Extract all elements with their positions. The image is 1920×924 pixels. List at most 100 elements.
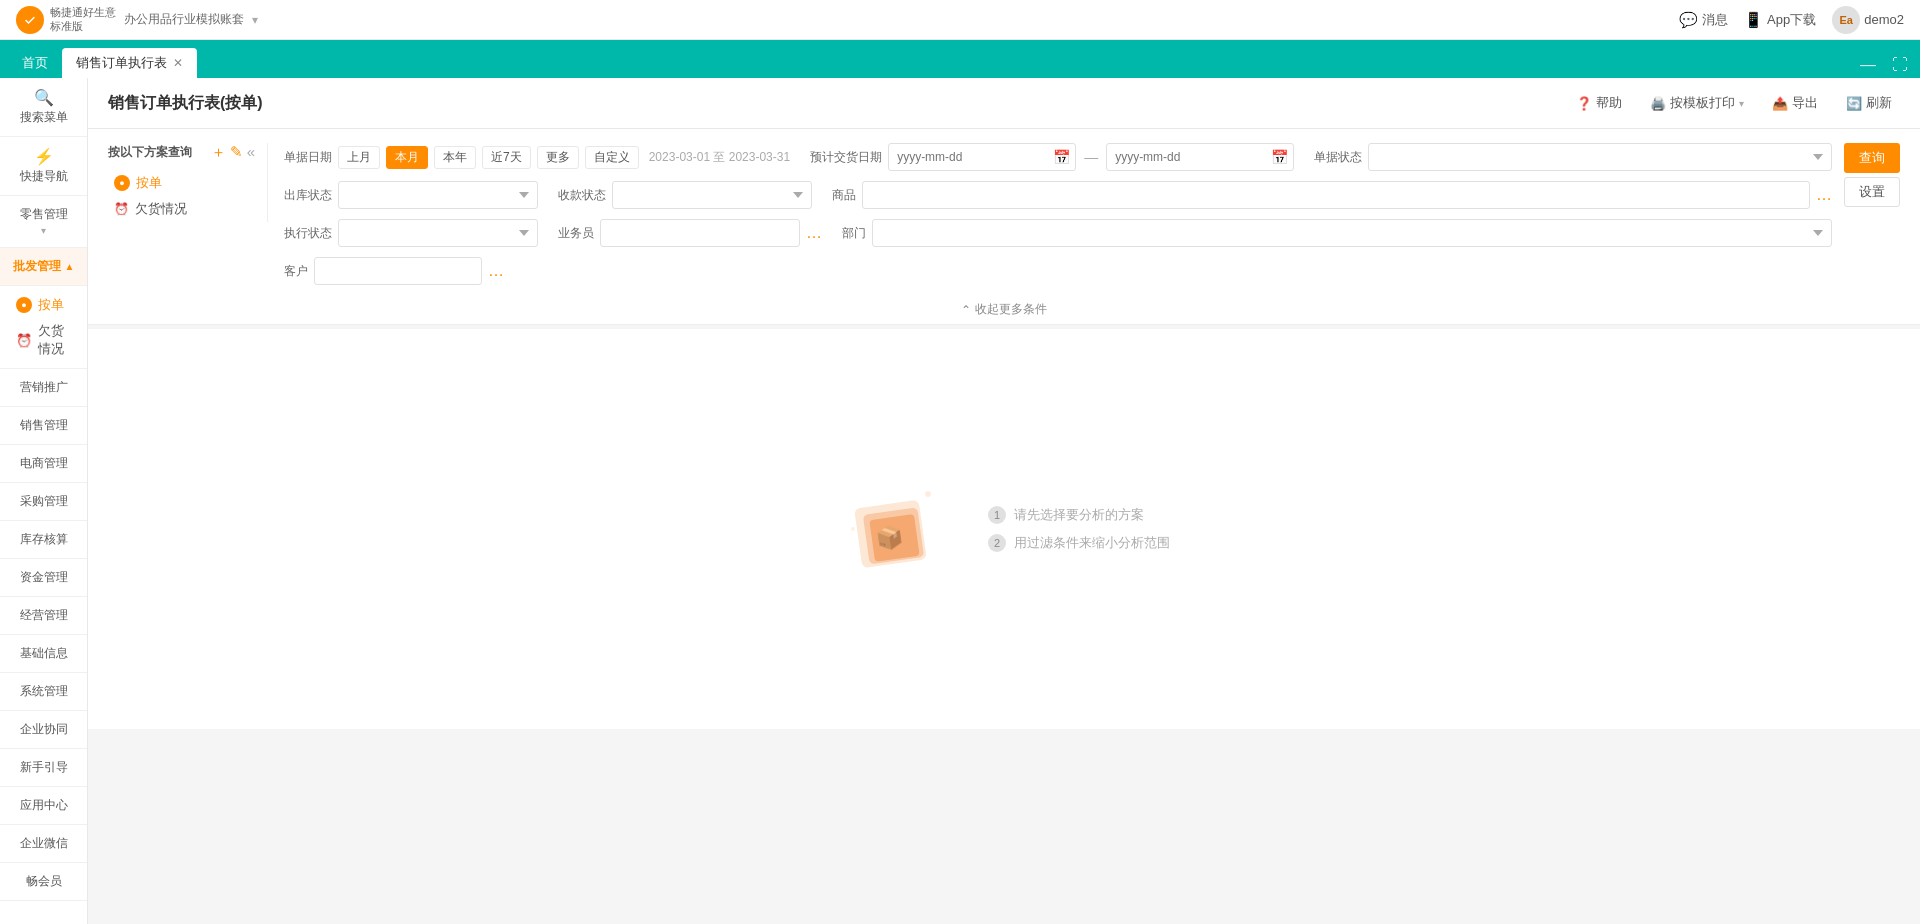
sidebar-item-marketing[interactable]: 营销推广 [0,369,87,407]
order-status-select[interactable] [1368,143,1832,171]
sidebar-item-enterprise-wechat[interactable]: 企业微信 [0,825,87,863]
sidebar-item-member[interactable]: 畅会员 [0,863,87,901]
product-input[interactable] [862,181,1810,209]
product-more-icon[interactable]: … [1816,186,1832,204]
empty-hints: 1 请先选择要分析的方案 2 用过滤条件来缩小分析范围 [988,506,1170,552]
exec-status-label: 执行状态 [284,225,332,242]
field-expected-date: 预计交货日期 📅 — 📅 [810,143,1294,171]
filter-row-2: 出库状态 收款状态 [284,181,1832,209]
sidebar-item-quick-nav[interactable]: ⚡ 快捷导航 [0,137,87,196]
filter-panel: 按以下方案查询 ＋ ✎ « ● 按单 ⏰ 欠货情况 [88,129,1920,325]
product-label: 商品 [832,187,856,204]
sidebar-item-retail[interactable]: 零售管理 ▾ [0,196,87,248]
tab-sales-exec[interactable]: 销售订单执行表 ✕ [62,48,197,78]
scheme-header: 按以下方案查询 ＋ ✎ « [108,143,255,162]
expected-date-from[interactable] [888,143,1076,171]
date-btn-this-year[interactable]: 本年 [434,146,476,169]
customer-more-icon[interactable]: … [488,262,504,280]
refresh-icon: 🔄 [1846,96,1862,111]
breadcrumb: 办公用品行业模拟账套 [124,11,244,28]
date-btn-more[interactable]: 更多 [537,146,579,169]
breadcrumb-arrow-icon[interactable]: ▾ [252,13,258,27]
sidebar-item-app-center[interactable]: 应用中心 [0,787,87,825]
nav-tabs: 首页 销售订单执行表 ✕ — ⛶ [0,40,1920,78]
collapse-bar[interactable]: ⌃ 收起更多条件 [108,295,1900,324]
field-dept: 部门 [842,219,1832,247]
date-btn-custom[interactable]: 自定义 [585,146,639,169]
sidebar-item-ecommerce[interactable]: 电商管理 [0,445,87,483]
scheme-item-欠货[interactable]: ⏰ 欠货情况 [108,196,255,222]
help-btn[interactable]: ❓ 帮助 [1568,90,1630,116]
sidebar-item-inventory[interactable]: 库存核算 [0,521,87,559]
edit-scheme-icon[interactable]: ✎ [230,143,243,162]
print-btn[interactable]: 🖨️ 按模板打印 ▾ [1642,90,1752,116]
field-receipt-status: 收款状态 [558,181,812,209]
scheme-actions: ＋ ✎ « [211,143,255,162]
sidebar-item-system[interactable]: 系统管理 [0,673,87,711]
scheme-item-按单[interactable]: ● 按单 [108,170,255,196]
logo-area: 畅捷通好生意 标准版 [16,6,116,34]
sidebar-item-wholesale[interactable]: 批发管理 ▲ [0,248,87,286]
user-menu[interactable]: Ea demo2 [1832,6,1904,34]
calendar-from-icon[interactable]: 📅 [1053,149,1070,165]
order-status-select-wrap [1368,143,1832,171]
receipt-status-select[interactable] [612,181,812,209]
export-icon: 📤 [1772,96,1788,111]
export-btn[interactable]: 📤 导出 [1764,90,1826,116]
out-status-label: 出库状态 [284,187,332,204]
sidebar-item-sales[interactable]: 销售管理 [0,407,87,445]
query-button[interactable]: 查询 [1844,143,1900,173]
tab-home[interactable]: 首页 [8,48,62,78]
home-tab-label: 首页 [22,54,48,72]
exec-status-select[interactable] [338,219,538,247]
salesperson-more-icon[interactable]: … [806,224,822,242]
search-icon: 🔍 [4,88,83,107]
sub-sidebar-item-欠货情况[interactable]: ⏰ 欠货情况 [8,318,79,362]
out-status-select[interactable] [338,181,538,209]
field-customer: 客户 … [284,257,504,285]
customer-label: 客户 [284,263,308,280]
hint1-num: 1 [988,506,1006,524]
page-title: 销售订单执行表(按单) [108,93,263,126]
top-bar-right: 💬 消息 📱 App下载 Ea demo2 [1679,6,1904,34]
date-dash: — [1082,149,1100,165]
download-icon: 📱 [1744,11,1763,29]
date-range-text: 2023-03-01 至 2023-03-31 [649,149,790,166]
receipt-status-select-wrap [612,181,812,209]
sidebar-item-new-guide[interactable]: 新手引导 [0,749,87,787]
tab-maximize-icon[interactable]: ⛶ [1888,52,1912,78]
salesperson-label: 业务员 [558,225,594,242]
order-status-label: 单据状态 [1314,149,1362,166]
receipt-status-label: 收款状态 [558,187,606,204]
add-scheme-icon[interactable]: ＋ [211,143,226,162]
settings-button[interactable]: 设置 [1844,177,1900,207]
collapse-scheme-icon[interactable]: « [247,143,255,162]
date-btn-last-month[interactable]: 上月 [338,146,380,169]
customer-input[interactable] [314,257,482,285]
tab-minimize-icon[interactable]: — [1856,52,1880,78]
sidebar-item-finance[interactable]: 资金管理 [0,559,87,597]
date-btn-7days[interactable]: 近7天 [482,146,531,169]
sub-sidebar-item-按单[interactable]: ● 按单 [8,292,79,318]
field-out-status: 出库状态 [284,181,538,209]
sidebar-item-enterprise-collab[interactable]: 企业协同 [0,711,87,749]
app-download-btn[interactable]: 📱 App下载 [1744,11,1816,29]
date-btn-this-month[interactable]: 本月 [386,146,428,169]
dept-select[interactable] [872,219,1832,247]
sidebar-item-operations[interactable]: 经营管理 [0,597,87,635]
message-btn[interactable]: 💬 消息 [1679,11,1728,29]
expected-date-to[interactable] [1106,143,1294,171]
quick-nav-icon: ⚡ [4,147,83,166]
tab-close-icon[interactable]: ✕ [173,56,183,70]
print-arrow-icon: ▾ [1739,98,1744,109]
sidebar-item-purchase[interactable]: 采购管理 [0,483,87,521]
salesperson-input[interactable] [600,219,800,247]
dept-label: 部门 [842,225,866,242]
sidebar-item-search[interactable]: 🔍 搜索菜单 [0,78,87,137]
empty-hint-2: 2 用过滤条件来缩小分析范围 [988,534,1170,552]
avatar: Ea [1832,6,1860,34]
refresh-btn[interactable]: 🔄 刷新 [1838,90,1900,116]
sidebar-item-basic-info[interactable]: 基础信息 [0,635,87,673]
calendar-to-icon[interactable]: 📅 [1271,149,1288,165]
filter-container: 按以下方案查询 ＋ ✎ « ● 按单 ⏰ 欠货情况 [108,143,1900,295]
